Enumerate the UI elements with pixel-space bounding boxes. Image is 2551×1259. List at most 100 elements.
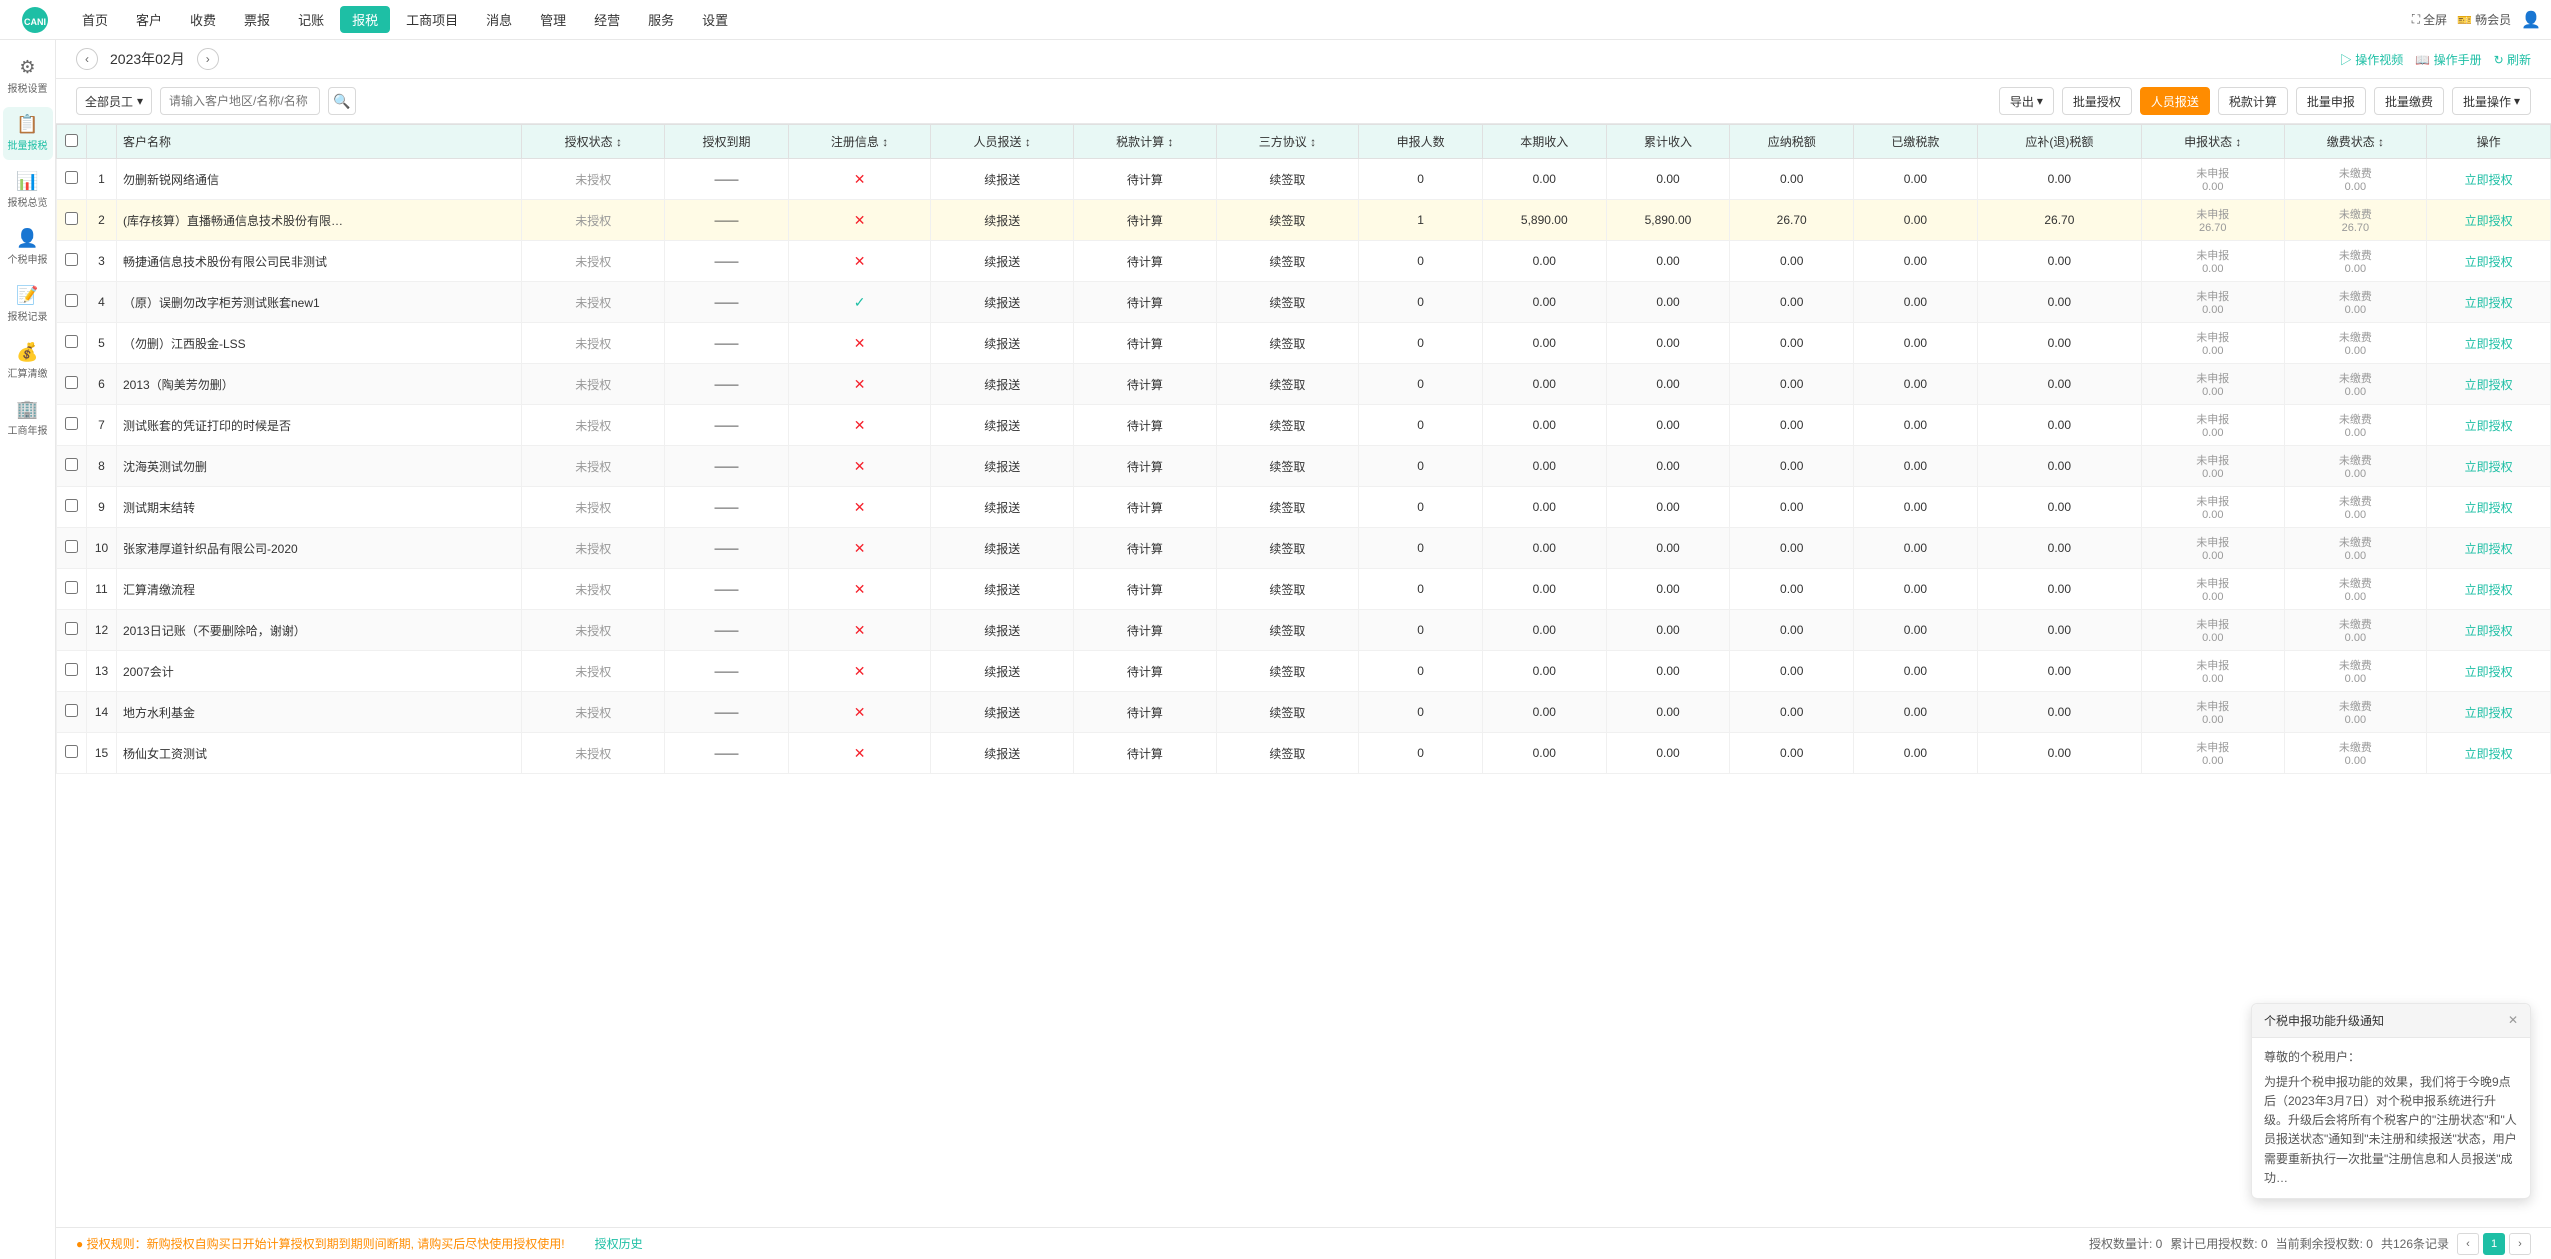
- batch-declare-button[interactable]: 批量申报: [2296, 87, 2366, 115]
- row-checkbox[interactable]: [65, 212, 78, 225]
- row-checkbox[interactable]: [65, 253, 78, 266]
- auth-action-btn[interactable]: 立即授权: [2465, 296, 2513, 310]
- staff-report-link[interactable]: 续报送: [984, 255, 1020, 269]
- tax-calc-link[interactable]: 待计算: [1127, 665, 1163, 679]
- page-1-btn[interactable]: 1: [2483, 1233, 2505, 1255]
- batch-pay-button[interactable]: 批量缴费: [2374, 87, 2444, 115]
- triparty-link[interactable]: 续签取: [1269, 378, 1305, 392]
- header-pay-status[interactable]: 缴费状态 ↕: [2284, 125, 2427, 159]
- user-avatar[interactable]: 👤: [2521, 10, 2541, 30]
- nav-message[interactable]: 消息: [474, 6, 524, 33]
- select-all-checkbox[interactable]: [65, 134, 78, 147]
- staff-report-link[interactable]: 续报送: [984, 378, 1020, 392]
- staff-report-link[interactable]: 续报送: [984, 419, 1020, 433]
- nav-business[interactable]: 工商项目: [394, 6, 470, 33]
- row-checkbox[interactable]: [65, 171, 78, 184]
- header-auth-status[interactable]: 授权状态 ↕: [522, 125, 665, 159]
- nav-operation[interactable]: 经营: [582, 6, 632, 33]
- nav-ticket[interactable]: 票报: [232, 6, 282, 33]
- staff-report-link[interactable]: 续报送: [984, 542, 1020, 556]
- staff-filter-select[interactable]: 全部员工 ▾: [76, 87, 152, 115]
- row-checkbox[interactable]: [65, 294, 78, 307]
- sidebar-item-tax-records[interactable]: 📝 报税记录: [3, 278, 53, 331]
- auth-action-btn[interactable]: 立即授权: [2465, 337, 2513, 351]
- header-reg-info[interactable]: 注册信息 ↕: [788, 125, 931, 159]
- header-declare-status[interactable]: 申报状态 ↕: [2141, 125, 2284, 159]
- tax-calc-link[interactable]: 待计算: [1127, 255, 1163, 269]
- header-triparty[interactable]: 三方协议 ↕: [1216, 125, 1359, 159]
- triparty-link[interactable]: 续签取: [1269, 624, 1305, 638]
- staff-report-link[interactable]: 续报送: [984, 296, 1020, 310]
- tax-calc-link[interactable]: 待计算: [1127, 296, 1163, 310]
- tax-calc-link[interactable]: 待计算: [1127, 378, 1163, 392]
- nav-tax[interactable]: 报税: [340, 6, 390, 33]
- tax-calc-link[interactable]: 待计算: [1127, 419, 1163, 433]
- auth-action-btn[interactable]: 立即授权: [2465, 583, 2513, 597]
- auth-action-btn[interactable]: 立即授权: [2465, 542, 2513, 556]
- staff-report-button[interactable]: 人员报送: [2140, 87, 2210, 115]
- sidebar-item-tax-overview[interactable]: 📊 报税总览: [3, 164, 53, 217]
- tax-calc-link[interactable]: 待计算: [1127, 747, 1163, 761]
- auth-action-btn[interactable]: 立即授权: [2465, 501, 2513, 515]
- tax-calc-link[interactable]: 待计算: [1127, 173, 1163, 187]
- nav-fee[interactable]: 收费: [178, 6, 228, 33]
- staff-report-link[interactable]: 续报送: [984, 337, 1020, 351]
- header-staff-report[interactable]: 人员报送 ↕: [931, 125, 1074, 159]
- notification-close-btn[interactable]: ✕: [2508, 1013, 2518, 1027]
- auth-action-btn[interactable]: 立即授权: [2465, 747, 2513, 761]
- triparty-link[interactable]: 续签取: [1269, 419, 1305, 433]
- tax-calc-link[interactable]: 待计算: [1127, 337, 1163, 351]
- staff-report-link[interactable]: 续报送: [984, 501, 1020, 515]
- nav-settings[interactable]: 设置: [690, 6, 740, 33]
- row-checkbox[interactable]: [65, 376, 78, 389]
- row-checkbox[interactable]: [65, 622, 78, 635]
- row-checkbox[interactable]: [65, 335, 78, 348]
- fullscreen-btn[interactable]: ⛶ 全屏: [2412, 11, 2447, 28]
- triparty-link[interactable]: 续签取: [1269, 255, 1305, 269]
- triparty-link[interactable]: 续签取: [1269, 542, 1305, 556]
- nav-home[interactable]: 首页: [70, 6, 120, 33]
- sidebar-item-tax-settings[interactable]: ⚙ 报税设置: [3, 50, 53, 103]
- staff-report-link[interactable]: 续报送: [984, 214, 1020, 228]
- auth-history-link[interactable]: 授权历史: [595, 1235, 643, 1252]
- auth-action-btn[interactable]: 立即授权: [2465, 419, 2513, 433]
- manual-link[interactable]: 📖 操作手册: [2415, 51, 2481, 68]
- triparty-link[interactable]: 续签取: [1269, 296, 1305, 310]
- nav-manage[interactable]: 管理: [528, 6, 578, 33]
- auth-action-btn[interactable]: 立即授权: [2465, 173, 2513, 187]
- triparty-link[interactable]: 续签取: [1269, 747, 1305, 761]
- nav-account[interactable]: 记账: [286, 6, 336, 33]
- staff-report-link[interactable]: 续报送: [984, 747, 1020, 761]
- tax-calc-link[interactable]: 待计算: [1127, 542, 1163, 556]
- sidebar-item-personal-tax[interactable]: 👤 个税申报: [3, 221, 53, 274]
- tax-calc-link[interactable]: 待计算: [1127, 214, 1163, 228]
- sidebar-item-batch-tax[interactable]: 📋 批量报税: [3, 107, 53, 160]
- header-tax-calc[interactable]: 税款计算 ↕: [1074, 125, 1217, 159]
- batch-auth-button[interactable]: 批量授权: [2062, 87, 2132, 115]
- auth-action-btn[interactable]: 立即授权: [2465, 460, 2513, 474]
- triparty-link[interactable]: 续签取: [1269, 337, 1305, 351]
- tax-calc-link[interactable]: 待计算: [1127, 460, 1163, 474]
- staff-report-link[interactable]: 续报送: [984, 624, 1020, 638]
- auth-action-btn[interactable]: 立即授权: [2465, 624, 2513, 638]
- export-button[interactable]: 导出 ▾: [1999, 87, 2054, 115]
- triparty-link[interactable]: 续签取: [1269, 214, 1305, 228]
- auth-action-btn[interactable]: 立即授权: [2465, 665, 2513, 679]
- tax-calc-link[interactable]: 待计算: [1127, 706, 1163, 720]
- batch-action-button[interactable]: 批量操作 ▾: [2452, 87, 2531, 115]
- staff-report-link[interactable]: 续报送: [984, 173, 1020, 187]
- row-checkbox[interactable]: [65, 745, 78, 758]
- triparty-link[interactable]: 续签取: [1269, 706, 1305, 720]
- member-btn[interactable]: 🎫 畅会员: [2457, 11, 2511, 28]
- staff-report-link[interactable]: 续报送: [984, 460, 1020, 474]
- staff-report-link[interactable]: 续报送: [984, 583, 1020, 597]
- row-checkbox[interactable]: [65, 458, 78, 471]
- nav-client[interactable]: 客户: [124, 6, 174, 33]
- row-checkbox[interactable]: [65, 663, 78, 676]
- sidebar-item-annual-settlement[interactable]: 💰 汇算清缴: [3, 335, 53, 388]
- sidebar-item-annual-report[interactable]: 🏢 工商年报: [3, 392, 53, 445]
- staff-report-link[interactable]: 续报送: [984, 665, 1020, 679]
- triparty-link[interactable]: 续签取: [1269, 460, 1305, 474]
- auth-action-btn[interactable]: 立即授权: [2465, 214, 2513, 228]
- auth-action-btn[interactable]: 立即授权: [2465, 255, 2513, 269]
